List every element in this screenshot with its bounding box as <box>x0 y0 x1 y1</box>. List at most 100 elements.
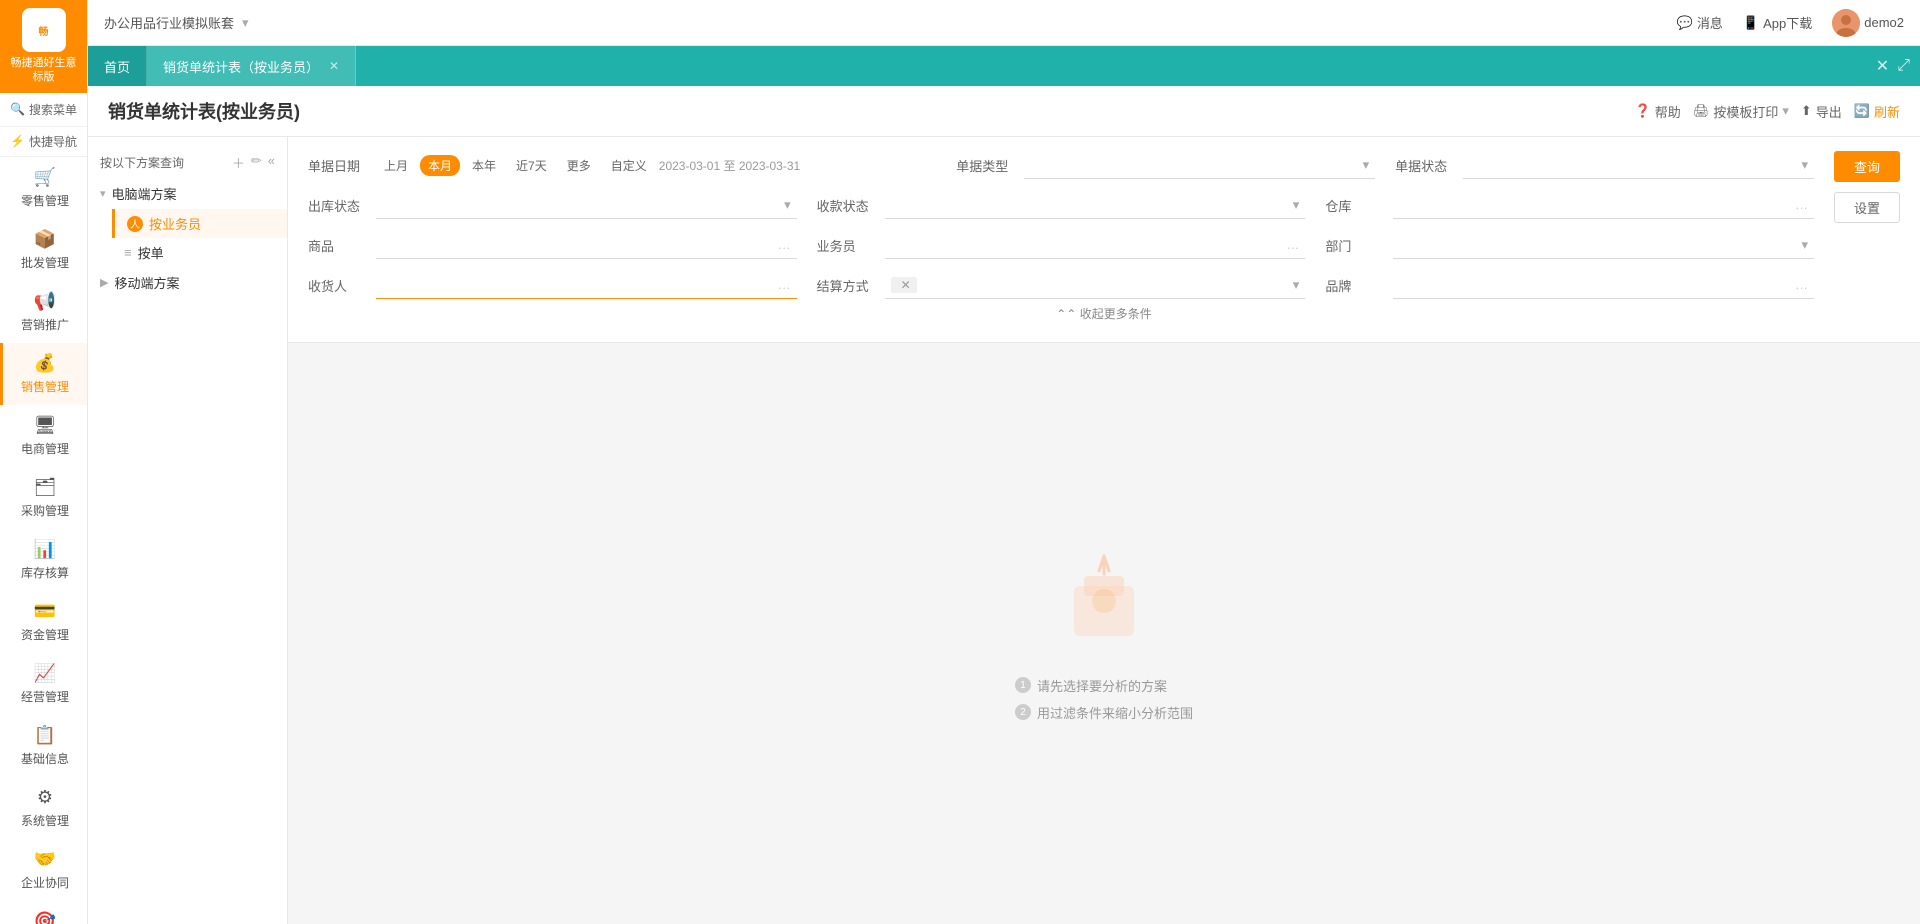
sales-label: 销售管理 <box>21 378 69 395</box>
filter-warehouse-item: 仓库 … <box>1325 191 1814 219</box>
tab-sales-stat[interactable]: 销货单统计表（按业务员） ✕ <box>147 46 356 86</box>
sidebar-item-newbie[interactable]: 🎯 新手引导 <box>0 901 87 924</box>
dept-select[interactable]: ▾ <box>1393 231 1814 259</box>
retail-label: 零售管理 <box>21 192 69 209</box>
sidebar-item-retail[interactable]: 🛒 零售管理 <box>0 157 87 219</box>
schema-pc[interactable]: ▾ 电脑端方案 <box>88 178 287 209</box>
goods-more-icon[interactable]: … <box>778 237 791 252</box>
sidebar-quick-nav[interactable]: ⚡ 快捷导航 <box>0 127 87 157</box>
sidebar-item-sales[interactable]: 💰 销售管理 <box>0 343 87 405</box>
edit-schema-btn[interactable]: ✏ <box>251 153 262 172</box>
recv-status-dropdown-icon: ▾ <box>1293 197 1300 213</box>
sidebar-item-operation[interactable]: 📈 经营管理 <box>0 653 87 715</box>
tab-maximize-btn[interactable]: ⤢ <box>1897 57 1910 75</box>
schema-mobile[interactable]: ▶ 移动端方案 <box>88 267 287 298</box>
left-panel: 按以下方案查询 ＋ ✏ « ▾ 电脑端方案 人 按业务员 <box>88 137 288 924</box>
staff-more-icon[interactable]: … <box>1286 237 1299 252</box>
app-download-label: App下载 <box>1763 13 1812 32</box>
date-btn-this-month[interactable]: 本月 <box>420 155 460 176</box>
help-btn[interactable]: ❓ 帮助 <box>1635 102 1681 121</box>
quick-nav-label: 快捷导航 <box>29 133 77 150</box>
out-status-dropdown-icon: ▾ <box>784 197 791 213</box>
recv-status-select[interactable]: ▾ <box>885 191 1306 219</box>
date-btn-custom[interactable]: 自定义 <box>603 155 655 176</box>
staff-input[interactable]: … <box>885 231 1306 259</box>
goods-input[interactable]: … <box>376 231 797 259</box>
purchase-label: 采购管理 <box>21 502 69 519</box>
tab-close-icon[interactable]: ✕ <box>329 59 339 73</box>
settle-select[interactable]: ✕ ▾ <box>885 271 1306 299</box>
empty-state: 1 请先选择要分析的方案 2 用过滤条件来缩小分析范围 <box>1015 546 1193 722</box>
refresh-btn[interactable]: 🔄 刷新 <box>1854 102 1900 121</box>
filter-rows: 单据日期 上月 本月 本年 近7天 更多 自定义 2023-03-01 至 20… <box>308 151 1814 299</box>
sidebar-search-menu[interactable]: 🔍 搜索菜单 <box>0 93 87 127</box>
filter-out-status-item: 出库状态 ▾ <box>308 191 797 219</box>
newbie-icon: 🎯 <box>34 911 56 924</box>
schema-sub-by-staff[interactable]: 人 按业务员 <box>112 209 287 238</box>
print-btn[interactable]: 🖨 按模板打印 ▾ <box>1693 102 1789 121</box>
filter-row-1-wrapper: 单据日期 上月 本月 本年 近7天 更多 自定义 2023-03-01 至 20… <box>308 151 1900 299</box>
purchase-icon: 🗂 <box>34 477 57 498</box>
sidebar-logo[interactable]: 畅 畅捷通好生意 标版 <box>0 0 87 93</box>
receiver-input[interactable]: … <box>376 271 797 299</box>
sidebar-item-basic[interactable]: 📋 基础信息 <box>0 715 87 777</box>
date-btn-this-year[interactable]: 本年 <box>464 155 504 176</box>
brand-input[interactable]: … <box>1393 271 1814 299</box>
tab-home[interactable]: 首页 <box>88 46 147 86</box>
user-avatar-btn[interactable]: demo2 <box>1832 9 1904 37</box>
sidebar-item-wholesale[interactable]: 📦 批发管理 <box>0 219 87 281</box>
sidebar-item-inventory[interactable]: 📊 库存核算 <box>0 529 87 591</box>
filter-row-1: 单据日期 上月 本月 本年 近7天 更多 自定义 2023-03-01 至 20… <box>308 151 1814 179</box>
schema-pc-children: 人 按业务员 ≡ 按单 <box>88 209 287 267</box>
collapse-bar[interactable]: ⌃⌃ 收起更多条件 <box>308 299 1900 328</box>
schema-sub-by-order[interactable]: ≡ 按单 <box>112 238 287 267</box>
app-download-btn[interactable]: 📱 App下载 <box>1743 13 1812 32</box>
sidebar-item-ecommerce[interactable]: 🖥 电商管理 <box>0 405 87 467</box>
main-content: 1 请先选择要分析的方案 2 用过滤条件来缩小分析范围 <box>288 343 1920 924</box>
filter-row-3: 商品 … 业务员 <box>308 231 1814 259</box>
sidebar-item-corp[interactable]: 🤝 企业协同 <box>0 839 87 901</box>
basic-icon: 📋 <box>34 725 56 746</box>
date-btn-more[interactable]: 更多 <box>559 155 599 176</box>
topbar-dropdown-icon[interactable]: ▾ <box>242 15 249 31</box>
receiver-more-icon[interactable]: … <box>778 277 791 292</box>
date-btn-group: 上月 本月 本年 近7天 更多 自定义 2023-03-01 至 2023-03… <box>376 155 936 176</box>
sidebar-item-purchase[interactable]: 🗂 采购管理 <box>0 467 87 529</box>
empty-tips: 1 请先选择要分析的方案 2 用过滤条件来缩小分析范围 <box>1015 676 1193 722</box>
warehouse-input[interactable]: … <box>1393 191 1814 219</box>
settings-btn[interactable]: 设置 <box>1834 192 1900 223</box>
order-schema-icon: ≡ <box>124 245 132 260</box>
warehouse-more-icon[interactable]: … <box>1795 197 1808 212</box>
sidebar-item-marketing[interactable]: 📢 营销推广 <box>0 281 87 343</box>
left-panel-title: 按以下方案查询 <box>100 154 184 171</box>
recv-status-label: 收款状态 <box>817 196 877 215</box>
empty-tip-1: 1 请先选择要分析的方案 <box>1015 676 1193 695</box>
query-btn[interactable]: 查询 <box>1834 151 1900 182</box>
tab-sales-stat-label: 销货单统计表（按业务员） <box>163 57 319 76</box>
page-actions: ❓ 帮助 🖨 按模板打印 ▾ ⬆ 导出 🔄 刷新 <box>1635 102 1900 121</box>
collapse-panel-btn[interactable]: « <box>268 153 275 172</box>
type-select[interactable]: ▾ <box>1024 151 1375 179</box>
out-status-label: 出库状态 <box>308 196 368 215</box>
ecommerce-label: 电商管理 <box>21 440 69 457</box>
filter-dept-item: 部门 ▾ <box>1325 231 1814 259</box>
status-select[interactable]: ▾ <box>1463 151 1814 179</box>
sidebar-item-system[interactable]: ⚙ 系统管理 <box>0 777 87 839</box>
sidebar-item-finance[interactable]: 💳 资金管理 <box>0 591 87 653</box>
corp-label: 企业协同 <box>21 874 69 891</box>
tab-close-window-btn[interactable]: ✕ <box>1876 56 1889 76</box>
settle-clear-btn[interactable]: ✕ <box>901 278 911 292</box>
inventory-label: 库存核算 <box>21 564 69 581</box>
system-label: 系统管理 <box>21 812 69 829</box>
message-btn[interactable]: 💬 消息 <box>1677 13 1723 32</box>
filter-receiver-item: 收货人 … <box>308 271 797 299</box>
export-btn[interactable]: ⬆ 导出 <box>1801 102 1842 121</box>
out-status-select[interactable]: ▾ <box>376 191 797 219</box>
add-schema-btn[interactable]: ＋ <box>232 153 245 172</box>
avatar <box>1832 9 1860 37</box>
date-btn-last-month[interactable]: 上月 <box>376 155 416 176</box>
right-panel: 单据日期 上月 本月 本年 近7天 更多 自定义 2023-03-01 至 20… <box>288 137 1920 924</box>
schema-pc-expand-icon: ▾ <box>100 187 106 200</box>
date-btn-last7[interactable]: 近7天 <box>508 155 555 176</box>
brand-more-icon[interactable]: … <box>1795 277 1808 292</box>
